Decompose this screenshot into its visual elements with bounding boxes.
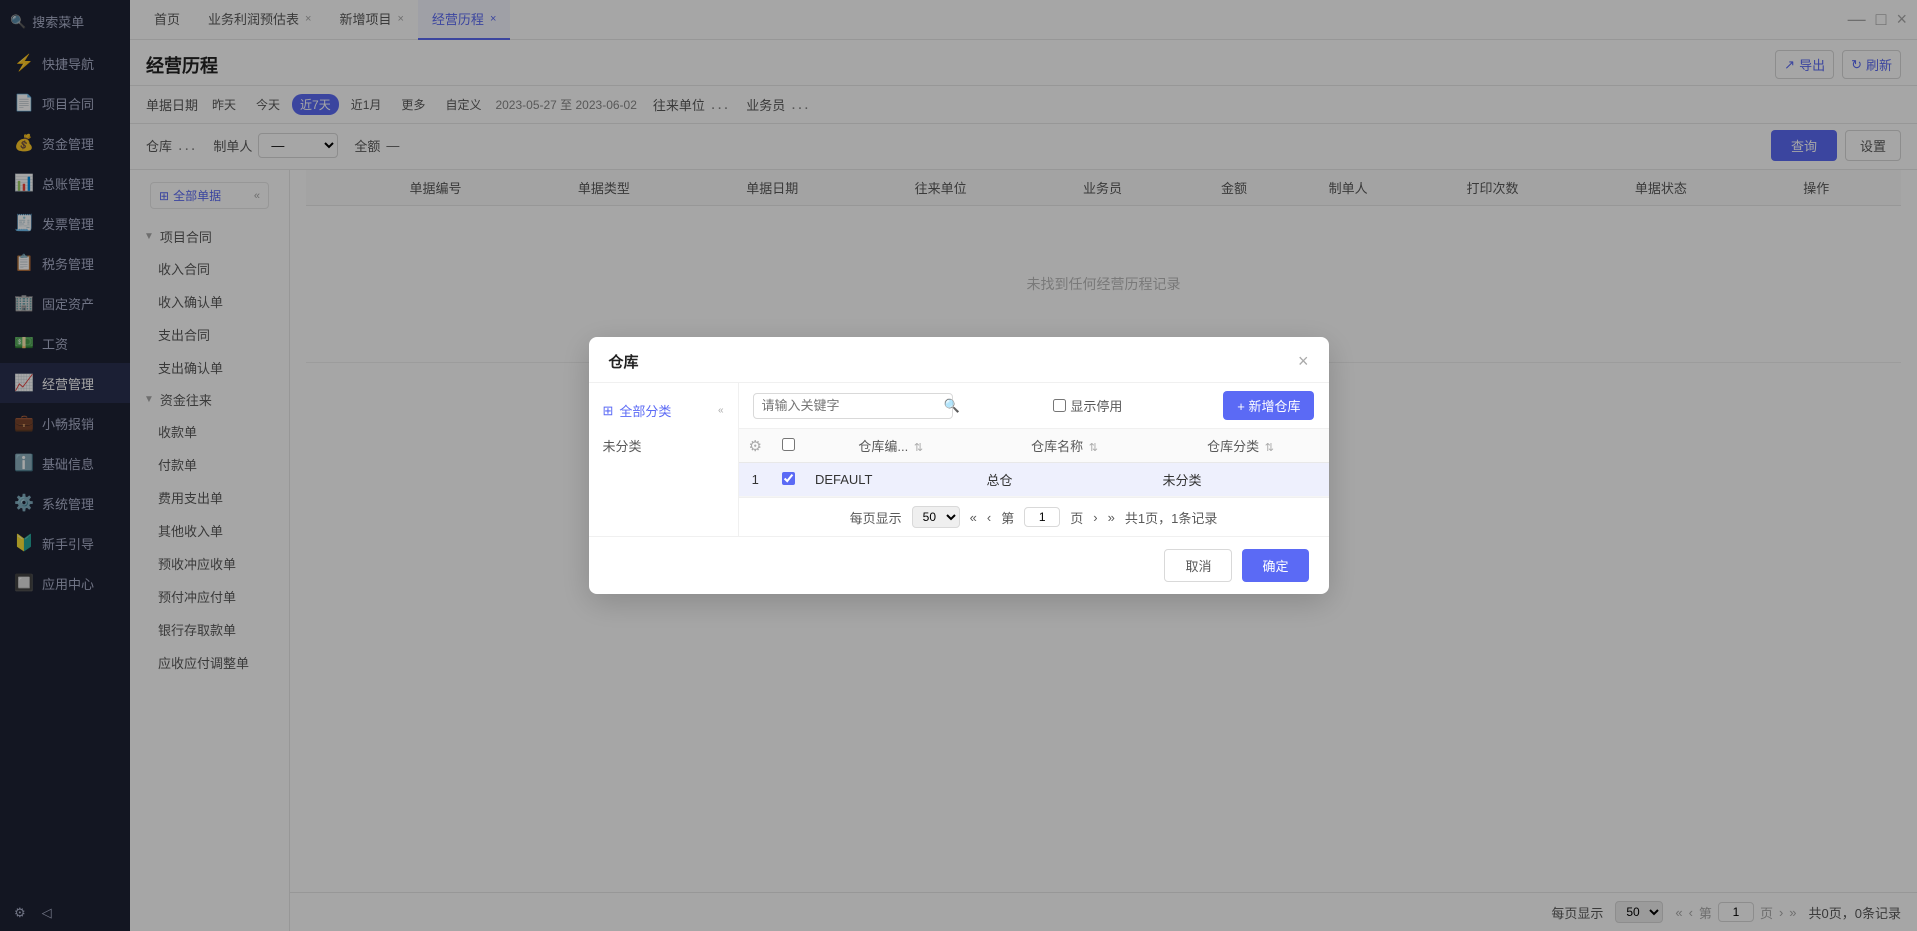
- dialog-page-size-select[interactable]: 50: [912, 506, 960, 528]
- th-category: 仓库分类 ⇅: [1153, 429, 1329, 463]
- th-code-label: 仓库编...: [858, 439, 908, 454]
- collapse-sidebar-icon[interactable]: «: [718, 405, 724, 416]
- cancel-button[interactable]: 取消: [1164, 549, 1232, 582]
- dialog-next-btn[interactable]: ›: [1093, 510, 1097, 525]
- dialog-last-btn[interactable]: »: [1108, 510, 1115, 525]
- dialog-page-input[interactable]: [1024, 507, 1060, 527]
- dialog-title: 仓库: [609, 351, 639, 372]
- add-warehouse-label: + 新增仓库: [1237, 396, 1300, 415]
- dialog-main: 🔍 显示停用 + 新增仓库: [739, 383, 1329, 536]
- dialog-search-icon: 🔍: [944, 398, 960, 414]
- confirm-button[interactable]: 确定: [1242, 549, 1308, 582]
- dialog-per-page-label: 每页显示: [850, 508, 902, 527]
- th-name: 仓库名称 ⇅: [977, 429, 1153, 463]
- dialog-table-row[interactable]: 1 DEFAULT 总仓 未分类: [739, 463, 1329, 497]
- dialog-total-text: 共1页，1条记录: [1125, 508, 1217, 527]
- th-category-label: 仓库分类: [1207, 439, 1259, 454]
- dialog-sidebar: ⊞ 全部分类 « 未分类: [589, 383, 739, 536]
- dialog-actions: 取消 确定: [589, 536, 1329, 594]
- sort-code-icon[interactable]: ⇅: [914, 442, 923, 454]
- show-disabled-checkbox[interactable]: [1053, 399, 1066, 412]
- row-num: 1: [739, 463, 772, 497]
- show-disabled-text: 显示停用: [1070, 396, 1122, 415]
- row-category: 未分类: [1153, 463, 1329, 497]
- dialog-sidebar-unclassified[interactable]: 未分类: [589, 428, 738, 463]
- dialog-table-container: ⚙ 仓库编... ⇅ 仓库名称: [739, 429, 1329, 497]
- warehouse-dialog: 仓库 × ⊞ 全部分类 « 未分类 🔍: [589, 337, 1329, 594]
- sidebar-all-label: 全部分类: [619, 401, 671, 420]
- row-code: DEFAULT: [805, 463, 977, 497]
- dialog-page-suffix: 页: [1070, 508, 1083, 527]
- show-disabled-label[interactable]: 显示停用: [1053, 396, 1122, 415]
- th-code: 仓库编... ⇅: [805, 429, 977, 463]
- dialog-overlay[interactable]: 仓库 × ⊞ 全部分类 « 未分类 🔍: [0, 0, 1917, 931]
- select-all-checkbox[interactable]: [782, 438, 795, 451]
- dialog-header: 仓库 ×: [589, 337, 1329, 383]
- th-name-label: 仓库名称: [1031, 439, 1083, 454]
- dialog-search-box: 🔍: [753, 393, 953, 419]
- row-name: 总仓: [977, 463, 1153, 497]
- dialog-toolbar: 🔍 显示停用 + 新增仓库: [739, 383, 1329, 429]
- row-checkbox[interactable]: [782, 472, 795, 485]
- dialog-page-label: 第: [1001, 508, 1014, 527]
- dialog-sidebar-all[interactable]: ⊞ 全部分类 «: [589, 393, 738, 428]
- th-check: [772, 429, 805, 463]
- dialog-body: ⊞ 全部分类 « 未分类 🔍 显示停用: [589, 383, 1329, 536]
- table-settings-icon[interactable]: ⚙: [749, 438, 762, 455]
- th-settings: ⚙: [739, 429, 772, 463]
- dialog-first-btn[interactable]: «: [970, 510, 977, 525]
- dialog-footer: 每页显示 50 « ‹ 第 页 › » 共1页，1条记录: [739, 497, 1329, 536]
- sort-category-icon[interactable]: ⇅: [1265, 442, 1274, 454]
- grid-icon-dialog: ⊞: [603, 403, 614, 419]
- sidebar-unclassified-label: 未分类: [603, 436, 642, 455]
- row-check[interactable]: [772, 463, 805, 497]
- dialog-prev-btn[interactable]: ‹: [987, 510, 991, 525]
- sort-name-icon[interactable]: ⇅: [1089, 442, 1098, 454]
- dialog-search-input[interactable]: [762, 398, 938, 413]
- add-warehouse-button[interactable]: + 新增仓库: [1223, 391, 1314, 420]
- dialog-table: ⚙ 仓库编... ⇅ 仓库名称: [739, 429, 1329, 497]
- dialog-close-button[interactable]: ×: [1298, 351, 1309, 372]
